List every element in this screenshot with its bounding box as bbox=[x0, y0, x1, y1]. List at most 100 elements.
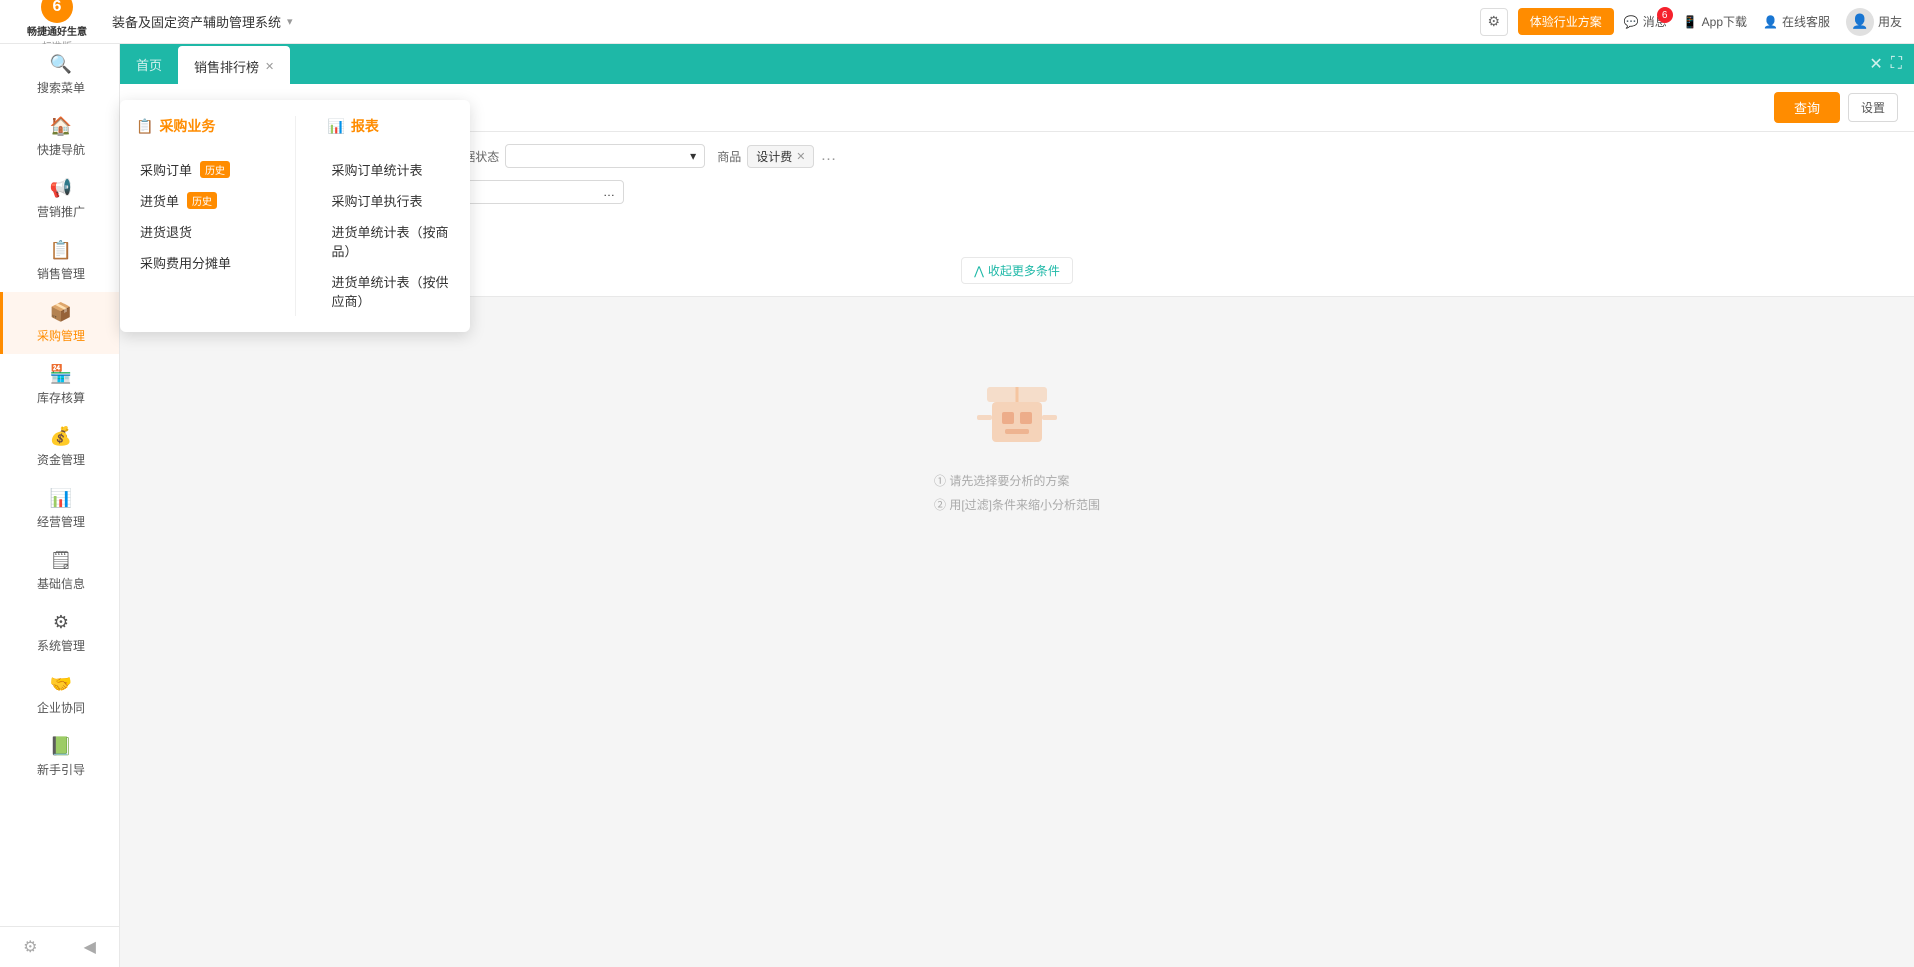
tab-sales-ranking-label: 销售排行榜 bbox=[194, 57, 259, 76]
header-right: 💬 消息 6 📱 App下载 👤 在线客服 👤 用友 bbox=[1624, 8, 1902, 36]
sidebar-label-marketing: 营销推广 bbox=[37, 203, 85, 220]
inventory-icon: 🏪 bbox=[50, 364, 72, 385]
online-service-btn[interactable]: 👤 在线客服 bbox=[1763, 13, 1830, 30]
empty-tip-2: 用[过滤]条件来缩小分析范围 bbox=[934, 493, 1100, 517]
toolbar-right: 查询 设置 bbox=[1774, 92, 1898, 123]
top-header: 6 畅捷通好生意 标准版 装备及固定资产辅助管理系统 ▾ ⚙ 体验行业方案 💬 … bbox=[0, 0, 1914, 44]
sidebar-label-finance: 资金管理 bbox=[37, 451, 85, 468]
newbie-icon: 📗 bbox=[50, 736, 72, 757]
finance-icon: 💰 bbox=[50, 426, 72, 447]
message-icon: 💬 bbox=[1624, 15, 1639, 29]
sidebar-label-search: 搜索菜单 bbox=[37, 79, 85, 96]
sidebar-label-inventory: 库存核算 bbox=[37, 389, 85, 406]
menu-item-po-exec[interactable]: 采购订单执行表 bbox=[328, 185, 455, 216]
purchase-section-icon: 📋 bbox=[136, 118, 153, 135]
message-btn[interactable]: 💬 消息 6 bbox=[1624, 13, 1667, 30]
menu-item-purchase-order[interactable]: 采购订单 历史 bbox=[136, 154, 263, 185]
doc-status-arrow: ▾ bbox=[690, 149, 696, 163]
system-icon: ⚙ bbox=[53, 612, 69, 633]
sidebar-item-newbie[interactable]: 📗 新手引导 bbox=[0, 726, 119, 788]
service-icon: 👤 bbox=[1763, 15, 1778, 29]
logo-title: 畅捷通好生意 bbox=[27, 23, 87, 38]
reports-section: 📊 报表 采购订单统计表 采购订单执行表 进货单统计表（按商品） 进货单统计表（… bbox=[328, 116, 455, 316]
sidebar-label-system: 系统管理 bbox=[37, 637, 85, 654]
menu-item-stock-return[interactable]: 进货退货 bbox=[136, 216, 263, 247]
menu-item-purchase-expense-label: 采购费用分摊单 bbox=[140, 253, 231, 272]
home-icon: 🏠 bbox=[50, 116, 72, 137]
sidebar-item-operations[interactable]: 📊 经营管理 bbox=[0, 478, 119, 540]
tab-sales-ranking[interactable]: 销售排行榜 ✕ bbox=[178, 46, 290, 86]
sidebar-bottom: ⚙ ◀ bbox=[0, 926, 119, 967]
tab-fullscreen-icon[interactable]: ⛶ bbox=[1891, 55, 1902, 73]
logo-icon: 6 bbox=[41, 0, 73, 23]
sidebar-label-enterprise: 企业协同 bbox=[37, 699, 85, 716]
sidebar-collapse-icon[interactable]: ◀ bbox=[84, 937, 96, 957]
empty-tip-1: 请先选择要分析的方案 bbox=[934, 469, 1100, 493]
empty-state: 请先选择要分析的方案 用[过滤]条件来缩小分析范围 bbox=[120, 297, 1914, 597]
menu-item-purchase-expense[interactable]: 采购费用分摊单 bbox=[136, 247, 263, 278]
app-download-btn[interactable]: 📱 App下载 bbox=[1683, 13, 1747, 30]
doc-status-filter: 单据状态 ▾ bbox=[451, 144, 705, 168]
purchase-dropdown-menu: 📋 采购业务 采购订单 历史 进货单 历史 进货退货 采购费用分摊单 📊 报表 … bbox=[120, 100, 470, 332]
tab-bar: 首页 销售排行榜 ✕ ✕ ⛶ bbox=[120, 44, 1914, 84]
sidebar-item-system[interactable]: ⚙ 系统管理 bbox=[0, 602, 119, 664]
tab-home[interactable]: 首页 bbox=[120, 44, 178, 84]
trial-button[interactable]: 体验行业方案 bbox=[1518, 8, 1614, 35]
query-button[interactable]: 查询 bbox=[1774, 92, 1840, 123]
sidebar-label-quick-nav: 快捷导航 bbox=[37, 141, 85, 158]
menu-item-purchase-order-label: 采购订单 bbox=[140, 160, 192, 179]
sidebar-item-sales[interactable]: 📋 销售管理 bbox=[0, 230, 119, 292]
sidebar-label-purchase: 采购管理 bbox=[37, 327, 85, 344]
tab-close-page-icon[interactable]: ✕ bbox=[1869, 54, 1882, 74]
menu-item-stock-in[interactable]: 进货单 历史 bbox=[136, 185, 263, 216]
user-avatar: 👤 bbox=[1846, 8, 1874, 36]
sidebar-item-inventory[interactable]: 🏪 库存核算 bbox=[0, 354, 119, 416]
reports-section-icon: 📊 bbox=[328, 118, 345, 135]
basic-info-icon: 🗒 bbox=[50, 550, 73, 571]
tab-close-icon[interactable]: ✕ bbox=[265, 60, 274, 73]
menu-item-po-stats[interactable]: 采购订单统计表 bbox=[328, 154, 455, 185]
reports-section-title: 📊 报表 bbox=[328, 116, 455, 142]
menu-item-stock-in-goods[interactable]: 进货单统计表（按商品） bbox=[328, 216, 455, 266]
purchase-section-label: 采购业务 bbox=[159, 116, 215, 136]
goods-tag-close[interactable]: ✕ bbox=[796, 150, 805, 163]
goods-filter: 商品 设计费 ✕ … bbox=[717, 145, 836, 168]
phone-icon: 📱 bbox=[1683, 15, 1698, 29]
message-badge: 6 bbox=[1657, 7, 1673, 23]
sidebar-item-basic-info[interactable]: 🗒 基础信息 bbox=[0, 540, 119, 602]
enterprise-icon: 🤝 bbox=[50, 674, 72, 695]
empty-tips: 请先选择要分析的方案 用[过滤]条件来缩小分析范围 bbox=[934, 469, 1100, 517]
menu-item-stock-in-supplier[interactable]: 进货单统计表（按供应商） bbox=[328, 266, 455, 316]
menu-item-stock-return-label: 进货退货 bbox=[140, 222, 192, 241]
history-badge-0: 历史 bbox=[200, 161, 230, 178]
history-badge-1: 历史 bbox=[187, 192, 217, 209]
purchase-section: 📋 采购业务 采购订单 历史 进货单 历史 进货退货 采购费用分摊单 bbox=[136, 116, 263, 316]
sidebar-item-finance[interactable]: 💰 资金管理 bbox=[0, 416, 119, 478]
user-area[interactable]: 👤 用友 bbox=[1846, 8, 1902, 36]
sidebar-settings-icon[interactable]: ⚙ bbox=[23, 937, 37, 957]
doc-status-select[interactable]: ▾ bbox=[505, 144, 705, 168]
sidebar-item-purchase[interactable]: 📦 采购管理 bbox=[0, 292, 119, 354]
tab-home-label: 首页 bbox=[136, 55, 162, 74]
sidebar-item-enterprise[interactable]: 🤝 企业协同 bbox=[0, 664, 119, 726]
sidebar: 🔍 搜索菜单 🏠 快捷导航 📢 营销推广 📋 销售管理 📦 采购管理 🏪 库存核… bbox=[0, 44, 120, 967]
goods-more-btn[interactable]: … bbox=[820, 147, 836, 165]
menu-item-stock-in-supplier-label: 进货单统计表（按供应商） bbox=[332, 272, 451, 310]
sidebar-item-search[interactable]: 🔍 搜索菜单 bbox=[0, 44, 119, 106]
collapse-icon: ⋀ bbox=[974, 264, 984, 278]
sidebar-label-operations: 经营管理 bbox=[37, 513, 85, 530]
sidebar-item-marketing[interactable]: 📢 营销推广 bbox=[0, 168, 119, 230]
user-label: 用友 bbox=[1878, 13, 1902, 30]
marketing-icon: 📢 bbox=[50, 178, 72, 199]
search-icon: 🔍 bbox=[50, 54, 72, 75]
collapse-btn[interactable]: ⋀ 收起更多条件 bbox=[961, 257, 1073, 284]
sidebar-label-sales: 销售管理 bbox=[37, 265, 85, 282]
global-settings-btn[interactable]: ⚙ bbox=[1480, 8, 1508, 36]
section-divider bbox=[295, 116, 296, 316]
sidebar-item-quick-nav[interactable]: 🏠 快捷导航 bbox=[0, 106, 119, 168]
goods-tag: 设计费 ✕ bbox=[747, 145, 814, 168]
reports-section-label: 报表 bbox=[351, 116, 379, 136]
settings-button[interactable]: 设置 bbox=[1848, 93, 1898, 122]
operations-icon: 📊 bbox=[50, 488, 72, 509]
system-title-arrow[interactable]: ▾ bbox=[287, 15, 293, 28]
